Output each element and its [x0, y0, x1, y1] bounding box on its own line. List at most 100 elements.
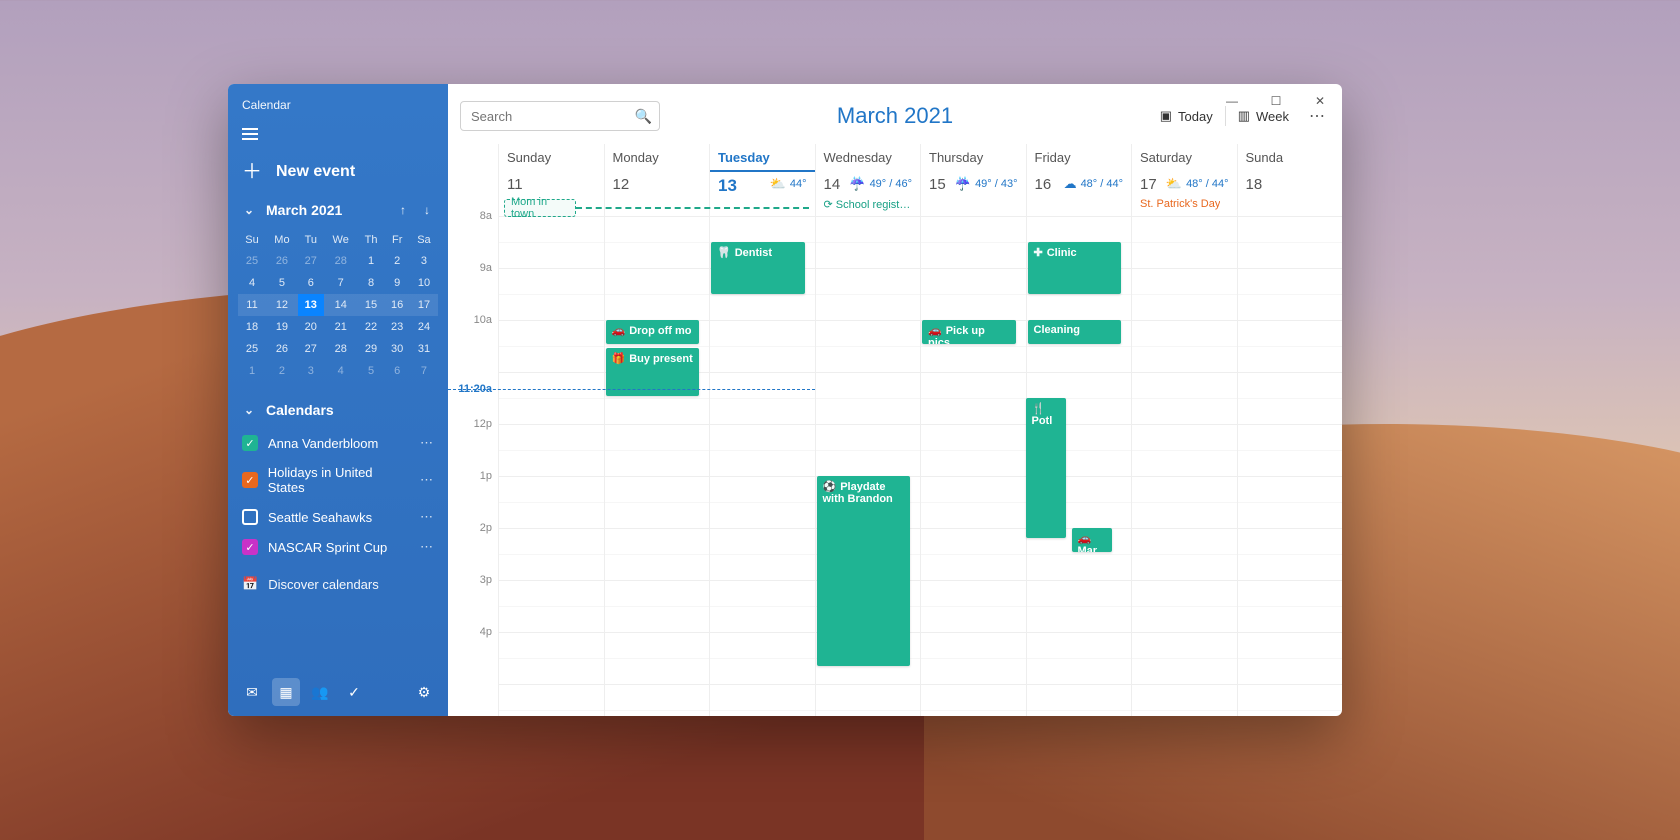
calendar-item[interactable]: ✓ Anna Vanderbloom ⋯: [228, 428, 448, 458]
weather-icon: ☁: [1064, 176, 1077, 192]
mini-day[interactable]: 5: [358, 360, 385, 382]
more-icon[interactable]: ⋯: [420, 472, 434, 488]
mini-day[interactable]: 9: [384, 272, 410, 294]
mini-day[interactable]: 2: [266, 360, 298, 382]
checkbox-icon[interactable]: ✓: [242, 472, 258, 488]
search-icon[interactable]: 🔍: [635, 108, 652, 125]
mini-day[interactable]: 2: [384, 250, 410, 272]
day-column[interactable]: Tuesday13⛅44°: [709, 144, 815, 716]
day-header: Friday: [1027, 144, 1132, 172]
mini-day[interactable]: 18: [238, 316, 266, 338]
todo-icon[interactable]: ✓: [340, 678, 368, 706]
mini-day[interactable]: 30: [384, 338, 410, 360]
maximize-button[interactable]: ☐: [1254, 84, 1298, 118]
next-month-button[interactable]: ↓: [420, 203, 434, 217]
weather-temp: 48° / 44°: [1081, 178, 1123, 190]
checkbox-icon[interactable]: ✓: [242, 539, 258, 555]
mini-day[interactable]: 28: [324, 338, 358, 360]
mini-day[interactable]: 24: [410, 316, 438, 338]
checkbox-icon[interactable]: ✓: [242, 435, 258, 451]
mini-day[interactable]: 25: [238, 338, 266, 360]
calendars-section-toggle[interactable]: ⌄ Calendars: [228, 392, 448, 428]
calendar-event[interactable]: ✚Clinic: [1028, 242, 1122, 294]
holiday-label[interactable]: St. Patrick's Day: [1140, 198, 1220, 210]
day-column[interactable]: Thursday15☔49° / 43°: [920, 144, 1026, 716]
calendar-event[interactable]: 🚗Drop off mo: [606, 320, 700, 344]
calendar-event[interactable]: 🚗Mar: [1072, 528, 1112, 552]
mini-day[interactable]: 20: [298, 316, 324, 338]
calendar-item[interactable]: Seattle Seahawks⋯: [228, 502, 448, 532]
mini-day[interactable]: 13: [298, 294, 324, 316]
mini-day[interactable]: 8: [358, 272, 385, 294]
mini-day[interactable]: 10: [410, 272, 438, 294]
mini-day[interactable]: 6: [298, 272, 324, 294]
mini-day[interactable]: 11: [238, 294, 266, 316]
day-column[interactable]: Sunday11: [498, 144, 604, 716]
checkbox-icon[interactable]: [242, 509, 258, 525]
more-icon[interactable]: ⋯: [420, 509, 434, 525]
mini-day[interactable]: 5: [266, 272, 298, 294]
event-icon: 🚗: [612, 325, 626, 337]
mini-day[interactable]: 6: [384, 360, 410, 382]
allday-event[interactable]: Mom in town: [504, 199, 576, 217]
search-field[interactable]: 🔍: [460, 101, 660, 131]
mini-day[interactable]: 4: [238, 272, 266, 294]
mini-day[interactable]: 21: [324, 316, 358, 338]
today-label: Today: [1178, 109, 1213, 124]
mail-icon[interactable]: ✉: [238, 678, 266, 706]
date-row: 18: [1238, 172, 1343, 216]
more-icon[interactable]: ⋯: [420, 539, 434, 555]
day-column[interactable]: Saturday17⛅48° / 44°St. Patrick's Day: [1131, 144, 1237, 716]
day-column[interactable]: Sunda18: [1237, 144, 1343, 716]
mini-day[interactable]: 7: [410, 360, 438, 382]
mini-day[interactable]: 26: [266, 338, 298, 360]
mini-day[interactable]: 26: [266, 250, 298, 272]
calendar-item[interactable]: ✓NASCAR Sprint Cup⋯: [228, 532, 448, 562]
mini-day[interactable]: 7: [324, 272, 358, 294]
calendar-event[interactable]: 🍴Potl: [1026, 398, 1066, 538]
mini-day[interactable]: 22: [358, 316, 385, 338]
mini-day[interactable]: 16: [384, 294, 410, 316]
more-icon[interactable]: ⋯: [420, 435, 434, 451]
mini-day[interactable]: 3: [410, 250, 438, 272]
search-input[interactable]: [460, 101, 660, 131]
calendar-icon[interactable]: ▦: [272, 678, 300, 706]
mini-day[interactable]: 1: [238, 360, 266, 382]
mini-day[interactable]: 23: [384, 316, 410, 338]
mini-day[interactable]: 28: [324, 250, 358, 272]
calendar-name: Anna Vanderbloom: [268, 436, 378, 451]
calendar-event[interactable]: 🚗Pick up pics: [922, 320, 1016, 344]
mini-day[interactable]: 17: [410, 294, 438, 316]
prev-month-button[interactable]: ↑: [396, 203, 410, 217]
holiday-label[interactable]: ⟳ School registrati: [824, 198, 913, 211]
mini-day[interactable]: 12: [266, 294, 298, 316]
mini-day[interactable]: 19: [266, 316, 298, 338]
mini-day[interactable]: 27: [298, 338, 324, 360]
menu-icon[interactable]: [228, 122, 448, 148]
mini-day[interactable]: 25: [238, 250, 266, 272]
settings-icon[interactable]: ⚙: [410, 678, 438, 706]
mini-day[interactable]: 4: [324, 360, 358, 382]
people-icon[interactable]: 👥: [306, 678, 334, 706]
close-button[interactable]: ✕: [1298, 84, 1342, 118]
new-event-button[interactable]: ＋ New event: [228, 148, 448, 200]
main-area: — ☐ ✕ 🔍 March 2021 ▣ Today ▥ Week ⋯: [448, 84, 1342, 716]
day-column[interactable]: Monday12: [604, 144, 710, 716]
mini-day[interactable]: 14: [324, 294, 358, 316]
mini-day[interactable]: 29: [358, 338, 385, 360]
mini-day[interactable]: 27: [298, 250, 324, 272]
discover-calendars-button[interactable]: 📅 Discover calendars: [228, 562, 448, 606]
minimize-button[interactable]: —: [1210, 84, 1254, 118]
mini-day[interactable]: 1: [358, 250, 385, 272]
mini-day[interactable]: 31: [410, 338, 438, 360]
calendar-item[interactable]: ✓Holidays in United States⋯: [228, 458, 448, 502]
calendar-event[interactable]: Cleaning: [1028, 320, 1122, 344]
mini-day[interactable]: 3: [298, 360, 324, 382]
weather: ⛅48° / 44°: [1166, 172, 1229, 192]
calendar-event[interactable]: ⚽Playdate with Brandon: [817, 476, 911, 666]
mini-calendar[interactable]: SuMoTuWeThFrSa25262728123456789101112131…: [228, 230, 448, 392]
mini-day[interactable]: 15: [358, 294, 385, 316]
hour-label: 8a: [480, 210, 492, 222]
calendar-event[interactable]: 🦷Dentist: [711, 242, 805, 294]
chevron-down-icon[interactable]: ⌄: [242, 203, 256, 217]
